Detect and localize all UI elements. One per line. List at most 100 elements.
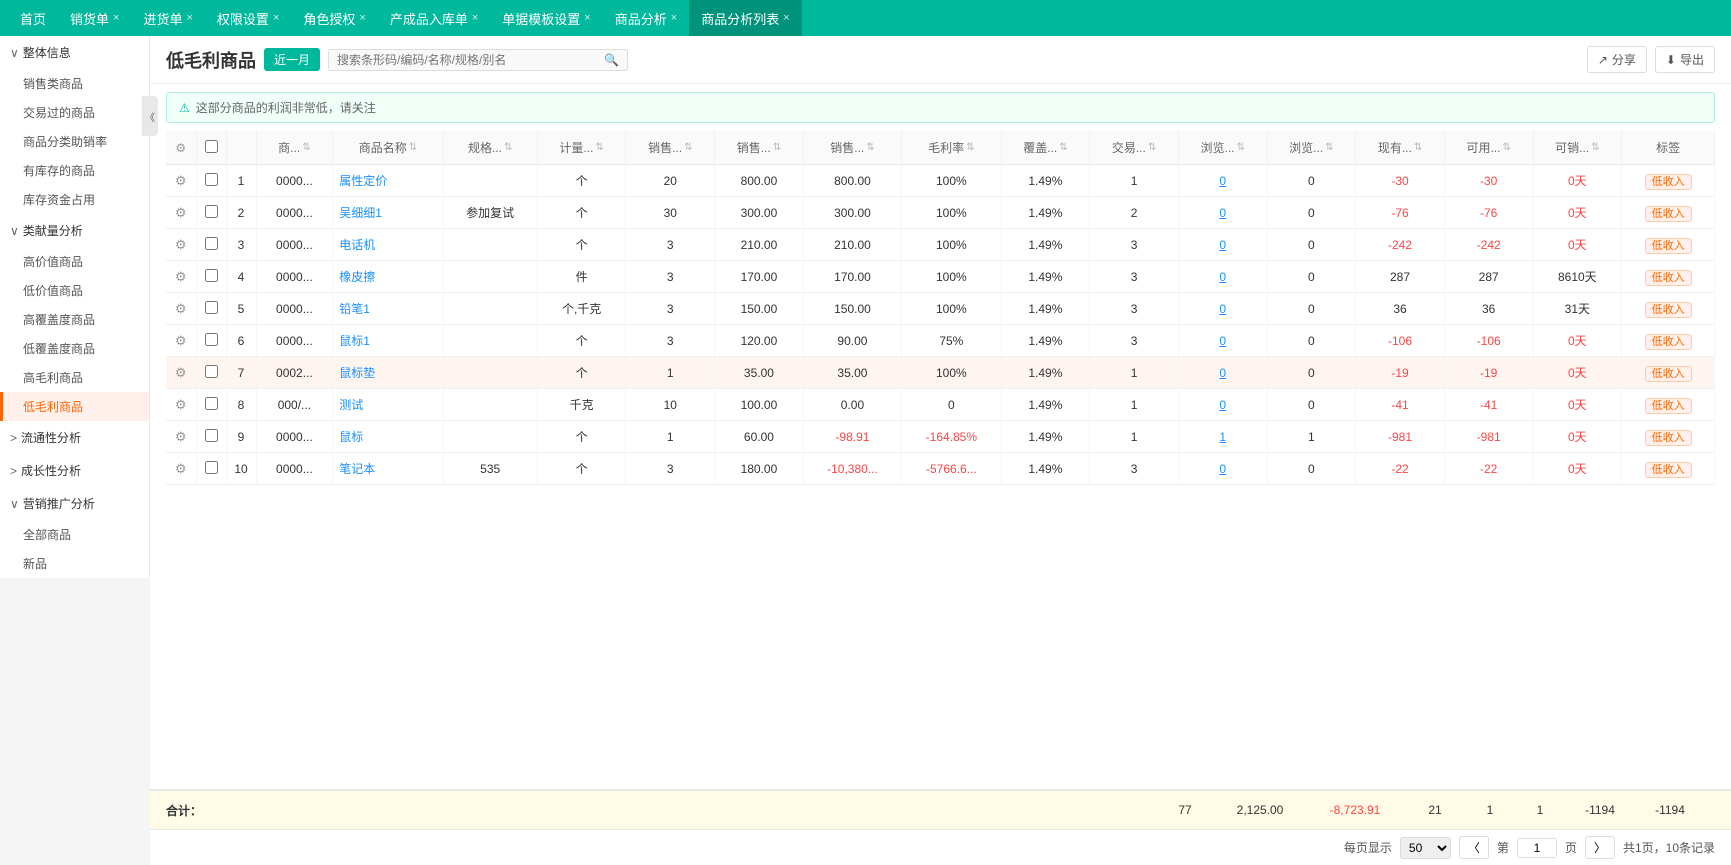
name-cell[interactable]: 笔记本 (333, 453, 443, 485)
row-checkbox[interactable] (205, 205, 218, 218)
sort-icon-current_stock[interactable]: ⇅ (1414, 142, 1422, 153)
row-checkbox[interactable] (205, 461, 218, 474)
name-cell[interactable]: 属性定价 (333, 165, 443, 197)
close-icon[interactable]: × (472, 12, 478, 24)
browse1-link[interactable]: 1 (1219, 430, 1226, 444)
col-sales_profit[interactable]: 销售...⇅ (803, 131, 901, 165)
name-cell[interactable]: 测试 (333, 389, 443, 421)
col-sales_count[interactable]: 销售...⇅ (626, 131, 715, 165)
sidebar-item-高毛利商品[interactable]: 高毛利商品 (0, 363, 149, 392)
sidebar-item-库存资金占用[interactable]: 库存资金占用 (0, 185, 149, 214)
col-name[interactable]: 商品名称⇅ (333, 131, 443, 165)
name-cell[interactable]: 鼠标垫 (333, 357, 443, 389)
settings-icon[interactable]: ⚙ (175, 141, 186, 155)
settings-row-icon[interactable]: ⚙ (175, 237, 187, 252)
sort-icon-transaction[interactable]: ⇅ (1148, 142, 1156, 153)
settings-row-icon[interactable]: ⚙ (175, 269, 187, 284)
col-browse1[interactable]: 浏览...⇅ (1178, 131, 1267, 165)
sort-icon-browse1[interactable]: ⇅ (1237, 142, 1245, 153)
close-icon[interactable]: × (113, 12, 119, 24)
sidebar-item-全部商品[interactable]: 全部商品 (0, 520, 149, 549)
sidebar-collapse-btn[interactable]: 《 (142, 96, 158, 136)
browse1-link[interactable]: 0 (1219, 270, 1226, 284)
row-checkbox[interactable] (205, 365, 218, 378)
sort-icon-sales_profit[interactable]: ⇅ (866, 142, 874, 153)
export-btn[interactable]: ⬇ 导出 (1655, 46, 1715, 73)
close-icon[interactable]: × (359, 12, 365, 24)
name-cell[interactable]: 鼠标1 (333, 325, 443, 357)
close-icon[interactable]: × (584, 12, 590, 24)
col-browse2[interactable]: 浏览...⇅ (1267, 131, 1356, 165)
sidebar-group-流通性分析[interactable]: >流通性分析 (0, 421, 149, 454)
select-all-checkbox[interactable] (205, 140, 218, 153)
name-cell[interactable]: 电话机 (333, 229, 443, 261)
col-available[interactable]: 可用...⇅ (1444, 131, 1533, 165)
sidebar-item-有库存的商品[interactable]: 有库存的商品 (0, 156, 149, 185)
row-checkbox[interactable] (205, 301, 218, 314)
row-checkbox[interactable] (205, 269, 218, 282)
row-checkbox[interactable] (205, 397, 218, 410)
name-cell[interactable]: 橡皮擦 (333, 261, 443, 293)
sort-icon-unit[interactable]: ⇅ (595, 142, 603, 153)
col-gross_margin[interactable]: 毛利率⇅ (902, 131, 1001, 165)
sidebar-item-新品[interactable]: 新品 (0, 549, 149, 578)
browse1-link[interactable]: 0 (1219, 206, 1226, 220)
close-icon[interactable]: × (186, 12, 192, 24)
settings-row-icon[interactable]: ⚙ (175, 205, 187, 220)
topnav-item-首页[interactable]: 首页 (8, 0, 58, 36)
close-icon[interactable]: × (783, 12, 789, 24)
topnav-item-单据模板设置[interactable]: 单据模板设置× (490, 0, 602, 36)
sidebar-item-低毛利商品[interactable]: 低毛利商品 (0, 392, 149, 421)
col-unit[interactable]: 计量...⇅ (537, 131, 626, 165)
col-coverage[interactable]: 覆盖...⇅ (1001, 131, 1090, 165)
row-checkbox[interactable] (205, 333, 218, 346)
sort-icon-name[interactable]: ⇅ (409, 142, 417, 153)
filter-recent-month-btn[interactable]: 近一月 (264, 48, 320, 71)
browse1-link[interactable]: 0 (1219, 398, 1226, 412)
topnav-item-角色授权[interactable]: 角色授权× (291, 0, 377, 36)
page-size-select[interactable]: 50 20 100 (1400, 837, 1451, 859)
sidebar-item-低价值商品[interactable]: 低价值商品 (0, 276, 149, 305)
sort-icon-code[interactable]: ⇅ (302, 142, 310, 153)
sidebar-item-商品分类助销率[interactable]: 商品分类助销率 (0, 127, 149, 156)
sidebar-item-高价值商品[interactable]: 高价值商品 (0, 247, 149, 276)
col-sellable[interactable]: 可销...⇅ (1533, 131, 1622, 165)
sort-icon-sales_count[interactable]: ⇅ (684, 142, 692, 153)
sort-icon-coverage[interactable]: ⇅ (1059, 142, 1067, 153)
next-page-btn[interactable]: 〉 (1585, 836, 1615, 859)
sidebar-group-营销推广分析[interactable]: ∨营销推广分析 (0, 487, 149, 520)
browse1-link[interactable]: 0 (1219, 238, 1226, 252)
prev-page-btn[interactable]: 〈 (1459, 836, 1489, 859)
settings-row-icon[interactable]: ⚙ (175, 429, 187, 444)
name-cell[interactable]: 吴细细1 (333, 197, 443, 229)
topnav-item-销货单[interactable]: 销货单× (58, 0, 131, 36)
settings-row-icon[interactable]: ⚙ (175, 397, 187, 412)
col-spec[interactable]: 规格...⇅ (443, 131, 537, 165)
row-checkbox[interactable] (205, 429, 218, 442)
sort-icon-spec[interactable]: ⇅ (504, 142, 512, 153)
sidebar-group-类献量分析[interactable]: ∨类献量分析 (0, 214, 149, 247)
sort-icon-browse2[interactable]: ⇅ (1325, 142, 1333, 153)
settings-row-icon[interactable]: ⚙ (175, 365, 187, 380)
sort-icon-gross_margin[interactable]: ⇅ (966, 142, 974, 153)
col-transaction[interactable]: 交易...⇅ (1090, 131, 1179, 165)
topnav-item-商品分析[interactable]: 商品分析× (603, 0, 689, 36)
topnav-item-进货单[interactable]: 进货单× (131, 0, 204, 36)
topnav-item-商品分析列表[interactable]: 商品分析列表× (689, 0, 801, 36)
settings-row-icon[interactable]: ⚙ (175, 173, 187, 188)
sidebar-item-低覆盖度商品[interactable]: 低覆盖度商品 (0, 334, 149, 363)
topnav-item-权限设置[interactable]: 权限设置× (205, 0, 291, 36)
close-icon[interactable]: × (273, 12, 279, 24)
settings-row-icon[interactable]: ⚙ (175, 333, 187, 348)
search-icon[interactable]: 🔍 (604, 53, 619, 67)
browse1-link[interactable]: 0 (1219, 174, 1226, 188)
close-icon[interactable]: × (671, 12, 677, 24)
col-sales_price[interactable]: 销售...⇅ (715, 131, 804, 165)
name-cell[interactable]: 铅笔1 (333, 293, 443, 325)
sidebar-item-高覆盖度商品[interactable]: 高覆盖度商品 (0, 305, 149, 334)
sidebar-item-销售类商品[interactable]: 销售类商品 (0, 69, 149, 98)
col-code[interactable]: 商...⇅ (256, 131, 333, 165)
col-current_stock[interactable]: 现有...⇅ (1356, 131, 1445, 165)
sidebar-item-交易过的商品[interactable]: 交易过的商品 (0, 98, 149, 127)
topnav-item-产成品入库单[interactable]: 产成品入库单× (378, 0, 490, 36)
